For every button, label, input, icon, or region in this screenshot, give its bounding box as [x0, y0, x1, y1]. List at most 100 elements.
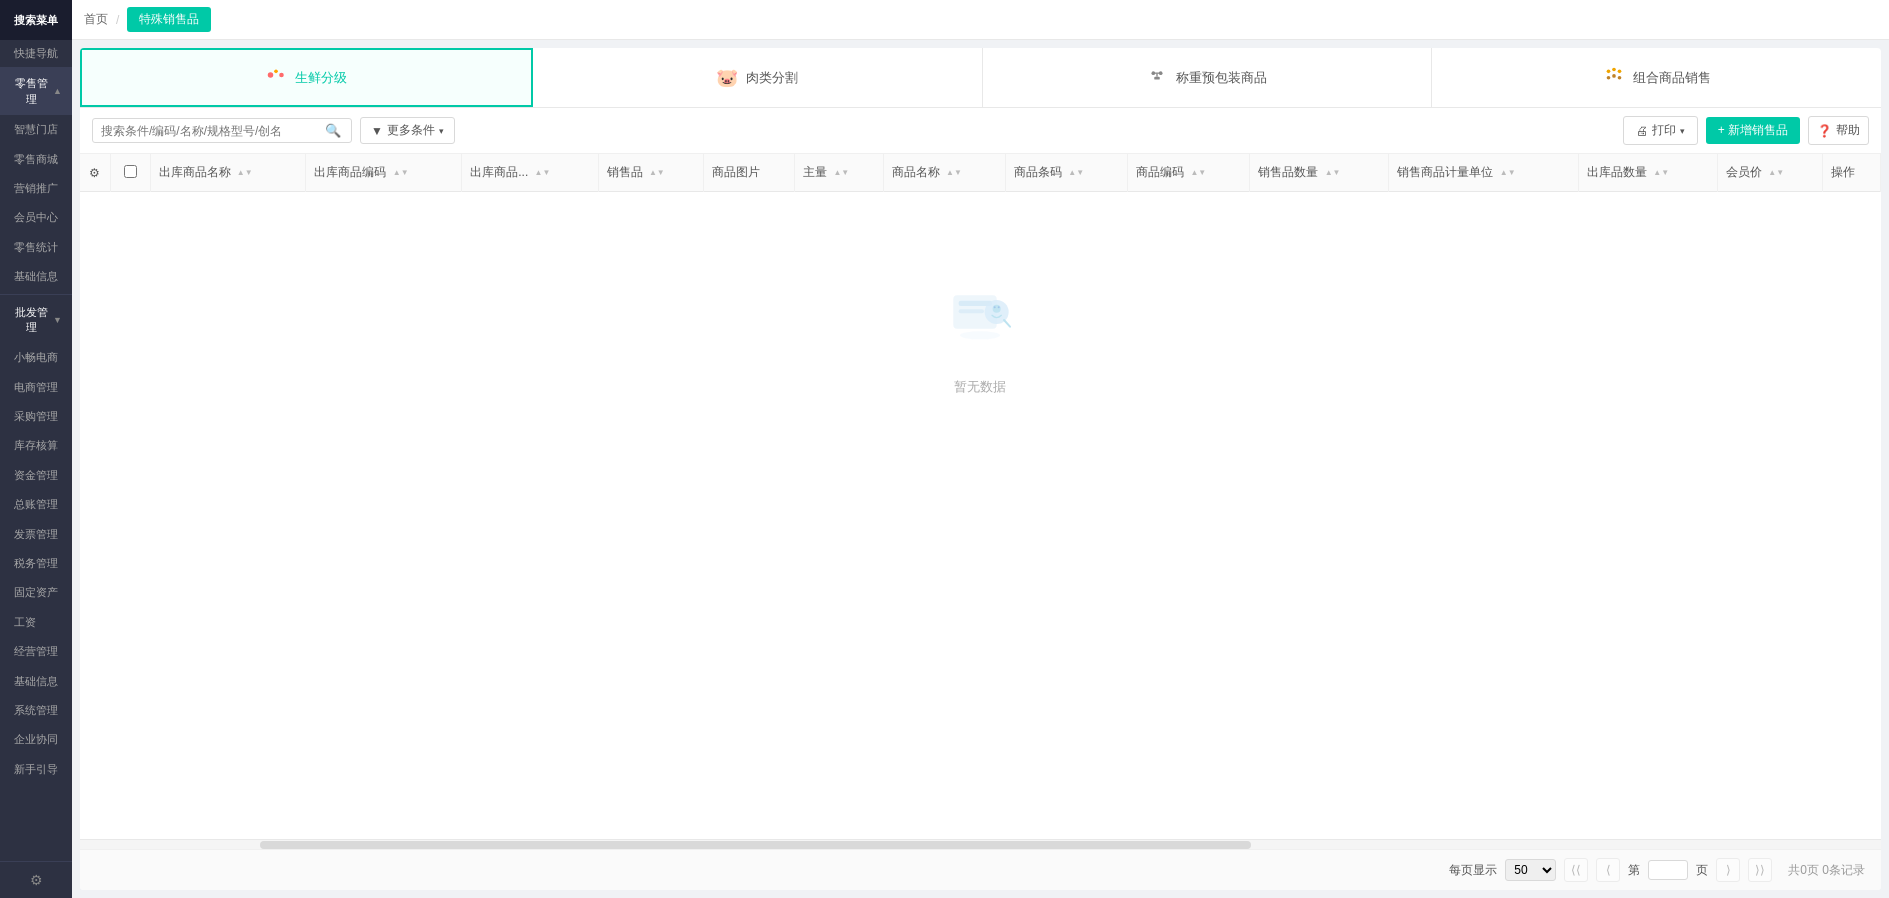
- sidebar-item-smart-store[interactable]: 智慧门店: [0, 115, 72, 144]
- sort-goods-name[interactable]: ▲▼: [946, 169, 962, 177]
- search-input[interactable]: [101, 124, 321, 138]
- th-sales-goods[interactable]: 销售品 ▲▼: [598, 154, 703, 192]
- sidebar-wholesale-label: 批发管理: [10, 305, 53, 336]
- sort-sales-qty[interactable]: ▲▼: [1325, 169, 1341, 177]
- th-goods-name[interactable]: 商品名称 ▲▼: [883, 154, 1005, 192]
- page-number-input[interactable]: 1: [1648, 860, 1688, 880]
- sidebar-item-basic-info1[interactable]: 基础信息: [0, 262, 72, 291]
- th-out-goods-abbr-label: 出库商品...: [470, 165, 528, 179]
- help-button[interactable]: ❓ 帮助: [1808, 116, 1869, 145]
- empty-text: 暂无数据: [954, 378, 1006, 396]
- th-sales-qty[interactable]: 销售品数量 ▲▼: [1250, 154, 1389, 192]
- svg-point-0: [268, 72, 274, 78]
- sidebar-item-basic-info2[interactable]: 基础信息: [0, 667, 72, 696]
- sort-out-goods-name[interactable]: ▲▼: [237, 169, 253, 177]
- sort-member-price[interactable]: ▲▼: [1768, 169, 1784, 177]
- svg-point-2: [280, 73, 285, 78]
- sidebar-item-purchase[interactable]: 采购管理: [0, 402, 72, 431]
- th-goods-barcode-label: 商品条码: [1014, 165, 1062, 179]
- th-goods-number[interactable]: 商品编码 ▲▼: [1128, 154, 1250, 192]
- sidebar-item-wholesale-mgmt[interactable]: 批发管理 ▼: [0, 297, 72, 344]
- sort-main-weight[interactable]: ▲▼: [833, 169, 849, 177]
- sidebar-item-retail-mall[interactable]: 零售商城: [0, 145, 72, 174]
- print-icon: 🖨: [1636, 124, 1648, 138]
- table-header: ⚙ 出库商品名称 ▲▼ 出库商品编码 ▲▼ 出库商品... ▲▼: [80, 154, 1881, 192]
- first-page-button[interactable]: ⟨⟨: [1564, 858, 1588, 882]
- meat-icon: 🐷: [716, 67, 738, 89]
- svg-point-19: [993, 305, 1001, 313]
- sidebar-item-newbie[interactable]: 新手引导: [0, 755, 72, 784]
- th-out-goods-code[interactable]: 出库商品编码 ▲▼: [306, 154, 462, 192]
- sidebar-logo: 搜索菜单: [0, 0, 72, 40]
- th-checkbox[interactable]: [110, 154, 150, 192]
- sidebar-item-mini-ecom[interactable]: 小畅电商: [0, 343, 72, 372]
- filter-button[interactable]: ▼ 更多条件 ▾: [360, 117, 455, 144]
- gear-icon[interactable]: ⚙: [0, 862, 72, 898]
- th-goods-barcode[interactable]: 商品条码 ▲▼: [1005, 154, 1127, 192]
- sidebar-item-member[interactable]: 会员中心: [0, 203, 72, 232]
- th-out-goods-name[interactable]: 出库商品名称 ▲▼: [150, 154, 306, 192]
- select-all-checkbox[interactable]: [124, 165, 137, 178]
- sidebar-item-ledger[interactable]: 总账管理: [0, 490, 72, 519]
- next-page-button[interactable]: ⟩: [1716, 858, 1740, 882]
- sidebar-quick-nav[interactable]: 快捷导航: [0, 40, 72, 68]
- topbar-home[interactable]: 首页: [84, 11, 108, 28]
- sort-out-goods-abbr[interactable]: ▲▼: [535, 169, 551, 177]
- prev-page-button[interactable]: ⟨: [1596, 858, 1620, 882]
- scrollbar-thumb[interactable]: [260, 841, 1251, 849]
- sort-out-goods-code[interactable]: ▲▼: [393, 169, 409, 177]
- sidebar-bottom: ⚙: [0, 861, 72, 898]
- th-operation-label: 操作: [1831, 165, 1855, 179]
- add-sales-label: + 新增销售品: [1718, 122, 1788, 139]
- sidebar-item-inventory[interactable]: 库存核算: [0, 431, 72, 460]
- sidebar-item-operation[interactable]: 经营管理: [0, 637, 72, 666]
- sidebar-item-fixed-assets[interactable]: 固定资产: [0, 578, 72, 607]
- sidebar-item-invoice[interactable]: 发票管理: [0, 520, 72, 549]
- sort-sales-unit[interactable]: ▲▼: [1500, 169, 1516, 177]
- sidebar-item-retail-stats[interactable]: 零售统计: [0, 233, 72, 262]
- horizontal-scrollbar[interactable]: [80, 839, 1881, 849]
- per-page-label: 每页显示: [1449, 862, 1497, 879]
- sidebar-divider1: [0, 294, 72, 295]
- th-operation: 操作: [1823, 154, 1881, 192]
- th-goods-image-label: 商品图片: [712, 165, 760, 179]
- sidebar-item-salary[interactable]: 工资: [0, 608, 72, 637]
- th-gear[interactable]: ⚙: [80, 154, 110, 192]
- page-size-select[interactable]: 10 20 50 100: [1505, 859, 1556, 881]
- sidebar-item-finance[interactable]: 资金管理: [0, 461, 72, 490]
- sidebar-wholesale-arrow: ▼: [53, 314, 62, 327]
- table-wrapper: ⚙ 出库商品名称 ▲▼ 出库商品编码 ▲▼ 出库商品... ▲▼: [80, 154, 1881, 839]
- search-icon[interactable]: 🔍: [325, 123, 341, 138]
- th-out-qty[interactable]: 出库品数量 ▲▼: [1578, 154, 1717, 192]
- topbar-active-tab[interactable]: 特殊销售品: [127, 7, 211, 32]
- tab-meat-cut[interactable]: 🐷 肉类分割: [533, 48, 983, 107]
- tab-weight-prepack[interactable]: 称重预包装商品: [983, 48, 1433, 107]
- print-button[interactable]: 🖨 打印 ▾: [1623, 116, 1698, 145]
- fresh-grade-icon: [265, 64, 287, 91]
- sidebar-item-ecom-mgmt[interactable]: 电商管理: [0, 373, 72, 402]
- search-box[interactable]: 🔍: [92, 118, 352, 143]
- add-sales-button[interactable]: + 新增销售品: [1706, 117, 1800, 144]
- th-member-price-label: 会员价: [1726, 165, 1762, 179]
- th-sales-unit[interactable]: 销售商品计量单位 ▲▼: [1389, 154, 1579, 192]
- sort-out-qty[interactable]: ▲▼: [1653, 169, 1669, 177]
- sidebar-item-system[interactable]: 系统管理: [0, 696, 72, 725]
- tab-combo-sales[interactable]: 组合商品销售: [1432, 48, 1881, 107]
- sidebar-item-enterprise[interactable]: 企业协同: [0, 725, 72, 754]
- sort-sales-goods[interactable]: ▲▼: [649, 169, 665, 177]
- th-member-price[interactable]: 会员价 ▲▼: [1718, 154, 1823, 192]
- sidebar-item-tax[interactable]: 税务管理: [0, 549, 72, 578]
- sidebar-item-marketing[interactable]: 营销推广: [0, 174, 72, 203]
- sort-goods-number[interactable]: ▲▼: [1190, 169, 1206, 177]
- last-page-button[interactable]: ⟩⟩: [1748, 858, 1772, 882]
- th-main-weight[interactable]: 主量 ▲▼: [795, 154, 884, 192]
- pagination: 每页显示 10 20 50 100 ⟨⟨ ⟨ 第 1 页 ⟩ ⟩⟩ 共0页 0条…: [80, 849, 1881, 890]
- sidebar: 搜索菜单 快捷导航 零售管理 ▲ 智慧门店 零售商城 营销推广 会员中心 零售统…: [0, 0, 72, 898]
- th-sales-goods-label: 销售品: [607, 165, 643, 179]
- th-out-goods-abbr[interactable]: 出库商品... ▲▼: [462, 154, 598, 192]
- toolbar-right: 🖨 打印 ▾ + 新增销售品 ❓ 帮助: [1623, 116, 1869, 145]
- svg-point-11: [1606, 76, 1610, 80]
- tab-fresh-grading[interactable]: 生鲜分级: [80, 48, 533, 107]
- sort-goods-barcode[interactable]: ▲▼: [1068, 169, 1084, 177]
- sidebar-item-retail-mgmt[interactable]: 零售管理 ▲: [0, 68, 72, 115]
